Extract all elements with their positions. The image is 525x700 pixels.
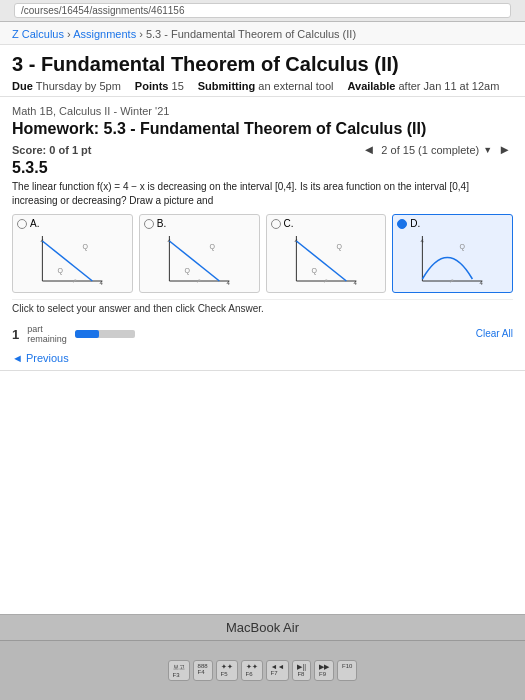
homework-title: Homework: 5.3 - Fundamental Theorem of C… xyxy=(12,120,513,138)
choice-b-label: B. xyxy=(144,218,255,229)
part-number: 1 xyxy=(12,327,19,342)
macbook-label: MacBook Air xyxy=(0,614,525,640)
key-f4[interactable]: 888 F4 xyxy=(193,660,213,681)
breadcrumb-part1[interactable]: Z Calculus xyxy=(12,28,64,40)
nav-text: 2 of 15 (1 complete) xyxy=(381,144,479,156)
choice-c-radio xyxy=(271,219,281,229)
meta-row: Due Thursday by 5pm Points 15 Submitting… xyxy=(12,80,513,92)
part-label-line2: remaining xyxy=(27,334,67,344)
svg-text:↗: ↗ xyxy=(196,278,201,284)
graph-a: 4 4 Q Q ↗ xyxy=(17,231,128,289)
graph-d: 4 4 Q ↗ xyxy=(397,231,508,289)
choice-a-radio xyxy=(17,219,27,229)
key-f9[interactable]: ▶▶ F9 xyxy=(314,660,334,681)
key-f7[interactable]: ◄◄ F7 xyxy=(266,660,290,681)
breadcrumb-part3: 5.3 - Fundamental Theorem of Calculus (I… xyxy=(146,28,356,40)
key-f8[interactable]: ▶|| F8 xyxy=(292,660,311,681)
prev-nav-button[interactable]: ◄ xyxy=(360,142,377,157)
svg-text:Q: Q xyxy=(184,267,190,275)
graph-c: 4 4 Q Q ↗ xyxy=(271,231,382,289)
choice-a-label: A. xyxy=(17,218,128,229)
graph-c-svg: 4 4 Q Q ↗ xyxy=(271,231,382,289)
score-label: Score: 0 of 1 pt xyxy=(12,144,91,156)
course-label: Math 1B, Calculus II - Winter '21 xyxy=(12,105,513,117)
clear-all-button[interactable]: Clear All xyxy=(476,328,513,339)
graph-d-svg: 4 4 Q ↗ xyxy=(397,231,508,289)
svg-text:↗: ↗ xyxy=(72,278,77,284)
svg-text:4: 4 xyxy=(99,280,103,286)
page-title-area: 3 - Fundamental Theorem of Calculus (II)… xyxy=(0,45,525,97)
breadcrumb-part2[interactable]: Assignments xyxy=(73,28,136,40)
part-label-line1: part xyxy=(27,324,43,334)
svg-text:Q: Q xyxy=(82,243,88,251)
browser-chrome: /courses/16454/assignments/461156 xyxy=(0,0,525,22)
progress-bar xyxy=(75,330,135,338)
svg-text:Q: Q xyxy=(311,267,317,275)
answer-choices: A. 4 4 Q Q ↗ xyxy=(12,214,513,293)
choice-c[interactable]: C. 4 4 Q Q ↗ xyxy=(266,214,387,293)
part-remaining: 1 part remaining xyxy=(12,320,135,346)
svg-text:Q: Q xyxy=(57,267,63,275)
click-instruction: Click to select your answer and then cli… xyxy=(12,303,264,314)
key-f5[interactable]: ✦✦ F5 xyxy=(216,660,238,681)
homework-section: Math 1B, Calculus II - Winter '21 Homewo… xyxy=(0,97,525,371)
choice-b[interactable]: B. 4 4 Q Q ↗ xyxy=(139,214,260,293)
nav-controls: ◄ 2 of 15 (1 complete) ▼ ► xyxy=(360,142,513,157)
graph-b: 4 4 Q Q ↗ xyxy=(144,231,255,289)
choice-d-radio xyxy=(397,219,407,229)
keyboard-area: 보고 F3 888 F4 ✦✦ F5 ✦✦ F6 ◄◄ F7 ▶|| F8 ▶▶… xyxy=(0,640,525,700)
submitting-info: Submitting an external tool xyxy=(198,80,334,92)
svg-text:Q: Q xyxy=(209,243,215,251)
problem-text: The linear function f(x) = 4 − x is decr… xyxy=(12,180,513,208)
svg-text:Q: Q xyxy=(460,243,466,251)
svg-text:4: 4 xyxy=(421,238,425,244)
prev-link[interactable]: ◄ Previous xyxy=(12,352,69,364)
choice-d-label: D. xyxy=(397,218,508,229)
nav-dropdown-icon[interactable]: ▼ xyxy=(483,145,492,155)
breadcrumb: Z Calculus › Assignments › 5.3 - Fundame… xyxy=(0,22,525,45)
svg-text:4: 4 xyxy=(226,280,230,286)
points-info: Points 15 xyxy=(135,80,184,92)
page-title: 3 - Fundamental Theorem of Calculus (II) xyxy=(12,53,513,76)
choice-b-radio xyxy=(144,219,154,229)
svg-text:4: 4 xyxy=(480,280,484,286)
content-area: Z Calculus › Assignments › 5.3 - Fundame… xyxy=(0,22,525,614)
choice-a[interactable]: A. 4 4 Q Q ↗ xyxy=(12,214,133,293)
svg-text:↗: ↗ xyxy=(323,278,328,284)
svg-text:Q: Q xyxy=(336,243,342,251)
svg-text:4: 4 xyxy=(353,280,357,286)
score-nav-row: Score: 0 of 1 pt ◄ 2 of 15 (1 complete) … xyxy=(12,142,513,157)
available-info: Available after Jan 11 at 12am xyxy=(347,80,499,92)
problem-number: 5.3.5 xyxy=(12,159,513,177)
keyboard-fn-row: 보고 F3 888 F4 ✦✦ F5 ✦✦ F6 ◄◄ F7 ▶|| F8 ▶▶… xyxy=(168,660,358,681)
key-f3[interactable]: 보고 F3 xyxy=(168,660,190,681)
prev-btn-row: ◄ Previous xyxy=(12,348,513,366)
choice-d[interactable]: D. 4 4 Q ↗ xyxy=(392,214,513,293)
breadcrumb-sep2: › xyxy=(139,28,146,40)
progress-fill xyxy=(75,330,99,338)
key-f10[interactable]: F10 xyxy=(337,660,357,681)
choice-c-label: C. xyxy=(271,218,382,229)
next-nav-button[interactable]: ► xyxy=(496,142,513,157)
svg-text:↗: ↗ xyxy=(450,278,455,284)
graph-a-svg: 4 4 Q Q ↗ xyxy=(17,231,128,289)
key-f6[interactable]: ✦✦ F6 xyxy=(241,660,263,681)
controls-row: Click to select your answer and then cli… xyxy=(12,299,513,316)
due-date: Due Thursday by 5pm xyxy=(12,80,121,92)
graph-b-svg: 4 4 Q Q ↗ xyxy=(144,231,255,289)
address-bar: /courses/16454/assignments/461156 xyxy=(14,3,511,18)
